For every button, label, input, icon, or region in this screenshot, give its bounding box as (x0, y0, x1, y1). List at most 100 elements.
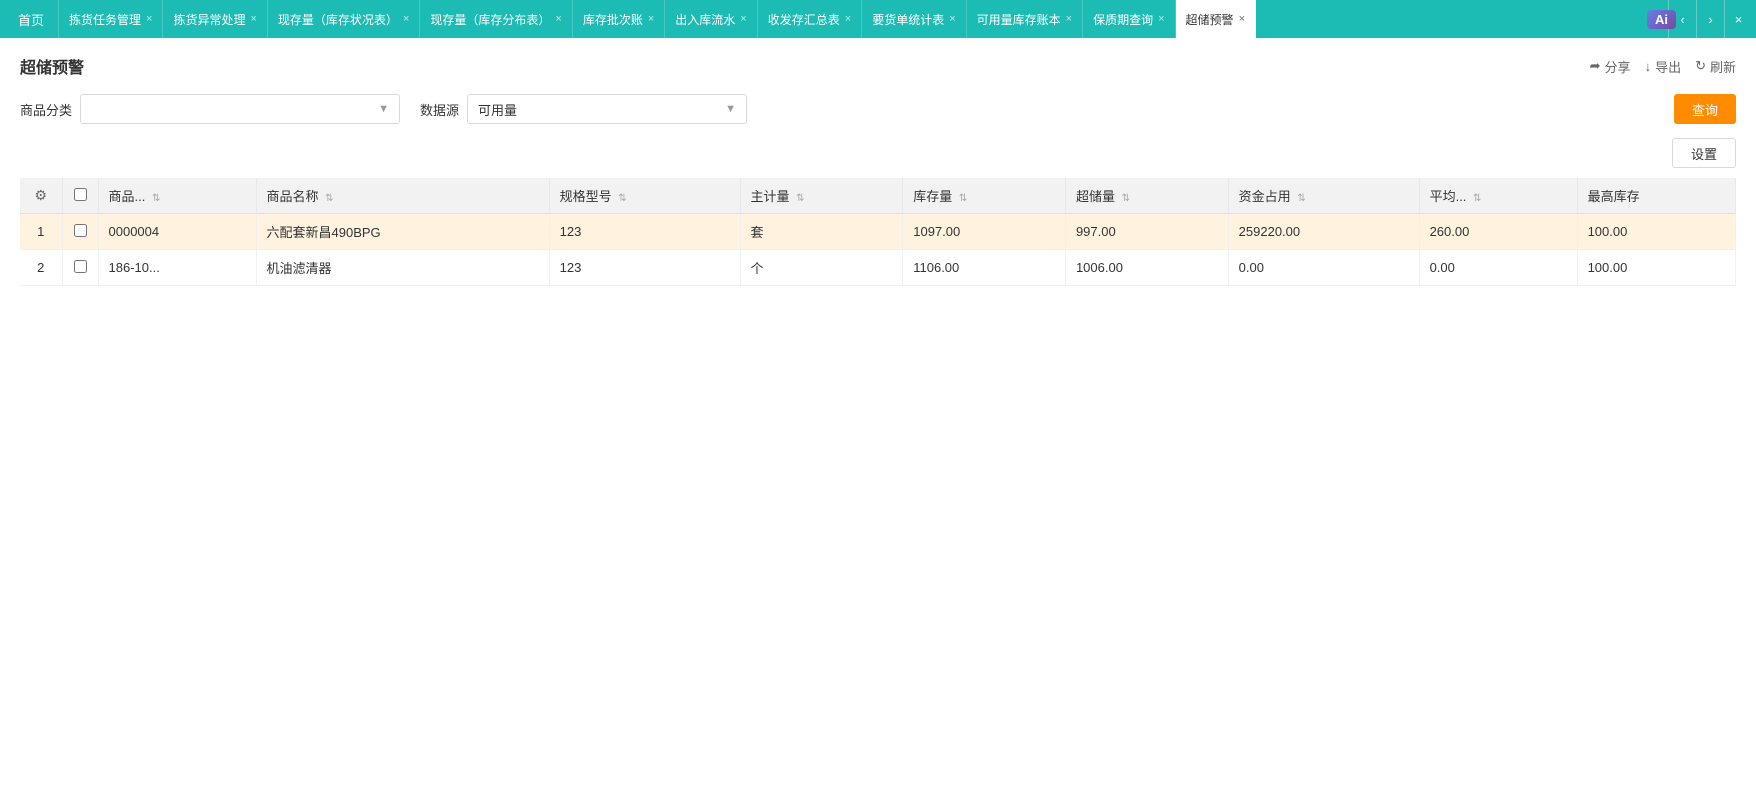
nav-tab-collect-label: 收发存汇总表 (768, 11, 840, 28)
nav-tab-inout-flow-label: 出入库流水 (675, 11, 735, 28)
close-icon[interactable]: × (1158, 13, 1164, 25)
nav-tab-abnormal[interactable]: 拣货异常处理 × (163, 0, 267, 38)
nav-tab-home-label: 首页 (18, 10, 44, 29)
close-icon[interactable]: × (250, 13, 256, 25)
category-filter-group: 商品分类 ▼ (20, 94, 400, 124)
row-unit: 个 (740, 250, 903, 286)
select-all-checkbox[interactable] (74, 188, 87, 201)
col-spec[interactable]: 规格型号 ⇅ (549, 178, 740, 214)
main-content: 超储预警 ➦ 分享 ↓ 导出 ↻ 刷新 商品分类 ▼ (0, 38, 1756, 800)
close-icon[interactable]: × (555, 13, 561, 25)
close-icon[interactable]: × (648, 13, 654, 25)
sort-icon: ⇅ (325, 193, 333, 204)
col-gear[interactable]: ⚙ (20, 178, 62, 214)
nav-tab-home[interactable]: 首页 (4, 0, 59, 38)
close-icon[interactable]: × (1066, 13, 1072, 25)
close-icon[interactable]: × (949, 13, 955, 25)
sort-icon: ⇅ (1122, 193, 1130, 204)
row-capital: 0.00 (1228, 250, 1419, 286)
export-label: 导出 (1655, 57, 1681, 76)
col-product-name[interactable]: 商品名称 ⇅ (256, 178, 549, 214)
close-icon[interactable]: × (740, 13, 746, 25)
nav-tab-order-stat[interactable]: 要货单统计表 × (862, 0, 966, 38)
close-icon[interactable]: × (845, 13, 851, 25)
row-checkbox-cell (62, 214, 98, 250)
datasource-dropdown-icon: ▼ (725, 103, 736, 115)
close-icon[interactable]: × (1239, 13, 1245, 25)
table-body: 1 0000004 六配套新昌490BPG 123 套 1097.00 997.… (20, 214, 1736, 286)
nav-more-button[interactable]: × (1724, 0, 1752, 38)
nav-tab-task-mgmt-label: 拣货任务管理 (69, 11, 141, 28)
refresh-icon: ↻ (1695, 58, 1706, 74)
row-spec: 123 (549, 214, 740, 250)
nav-tab-batch-label: 库存批次账 (583, 11, 643, 28)
nav-tab-abnormal-label: 拣货异常处理 (173, 11, 245, 28)
nav-tab-expiry[interactable]: 保质期查询 × (1083, 0, 1175, 38)
col-checkbox (62, 178, 98, 214)
category-select[interactable]: ▼ (80, 94, 400, 124)
nav-tab-stock-dist[interactable]: 现存量（库存分布表） × (420, 0, 572, 38)
row-num: 2 (20, 250, 62, 286)
nav-tab-expiry-label: 保质期查询 (1093, 11, 1153, 28)
gear-icon[interactable]: ⚙ (34, 187, 47, 203)
col-max-stock[interactable]: 最高库存 (1577, 178, 1735, 214)
row-checkbox[interactable] (74, 260, 87, 273)
close-icon[interactable]: × (403, 13, 409, 25)
nav-tab-batch[interactable]: 库存批次账 × (573, 0, 665, 38)
header-actions: ➦ 分享 ↓ 导出 ↻ 刷新 (1590, 57, 1736, 76)
export-button[interactable]: ↓ 导出 (1645, 57, 1682, 76)
row-checkbox[interactable] (74, 224, 87, 237)
col-overstock-label: 超储量 (1076, 189, 1115, 204)
col-unit[interactable]: 主计量 ⇅ (740, 178, 903, 214)
col-overstock[interactable]: 超储量 ⇅ (1065, 178, 1228, 214)
nav-tab-inout-flow[interactable]: 出入库流水 × (665, 0, 757, 38)
top-navigation: 首页 拣货任务管理 × 拣货异常处理 × 现存量（库存状况表） × 现存量（库存… (0, 0, 1756, 38)
filter-actions: 查询 (1674, 94, 1736, 124)
col-avg[interactable]: 平均... ⇅ (1419, 178, 1577, 214)
nav-arrows: ‹ › × (1668, 0, 1752, 38)
col-stock-label: 库存量 (913, 189, 952, 204)
datasource-value: 可用量 (478, 100, 725, 119)
close-icon[interactable]: × (146, 13, 152, 25)
table-header: ⚙ 商品... ⇅ 商品名称 ⇅ 规格型号 ⇅ 主计量 (20, 178, 1736, 214)
nav-tab-avail-stock[interactable]: 可用量库存账本 × (967, 0, 1083, 38)
col-stock[interactable]: 库存量 ⇅ (903, 178, 1066, 214)
row-max-stock: 100.00 (1577, 250, 1735, 286)
refresh-button[interactable]: ↻ 刷新 (1695, 57, 1736, 76)
sort-icon: ⇅ (1473, 193, 1481, 204)
nav-tab-task-mgmt[interactable]: 拣货任务管理 × (59, 0, 163, 38)
page-header: 超储预警 ➦ 分享 ↓ 导出 ↻ 刷新 (20, 54, 1736, 78)
nav-tab-overstock-label: 超储预警 (1186, 11, 1234, 28)
col-capital[interactable]: 资金占用 ⇅ (1228, 178, 1419, 214)
nav-tab-stock-dist-label: 现存量（库存分布表） (430, 11, 550, 28)
settings-button[interactable]: 设置 (1672, 138, 1736, 168)
sort-icon: ⇅ (796, 193, 804, 204)
row-stock: 1097.00 (903, 214, 1066, 250)
table-row: 2 186-10... 机油滤清器 123 个 1106.00 1006.00 … (20, 250, 1736, 286)
col-product-code-label: 商品... (109, 189, 146, 204)
share-button[interactable]: ➦ 分享 (1590, 57, 1631, 76)
query-button[interactable]: 查询 (1674, 94, 1736, 124)
category-dropdown-icon: ▼ (378, 103, 389, 115)
nav-right-button[interactable]: › (1696, 0, 1724, 38)
datasource-select[interactable]: 可用量 ▼ (467, 94, 747, 124)
col-spec-label: 规格型号 (560, 189, 612, 204)
row-product-name: 机油滤清器 (256, 250, 549, 286)
col-max-stock-label: 最高库存 (1588, 189, 1640, 204)
ai-badge: Ai (1647, 10, 1676, 29)
nav-tab-collect[interactable]: 收发存汇总表 × (758, 0, 862, 38)
nav-tab-stock-status[interactable]: 现存量（库存状况表） × (268, 0, 420, 38)
row-stock: 1106.00 (903, 250, 1066, 286)
refresh-label: 刷新 (1710, 57, 1736, 76)
col-capital-label: 资金占用 (1239, 189, 1291, 204)
col-product-code[interactable]: 商品... ⇅ (98, 178, 256, 214)
nav-tab-avail-stock-label: 可用量库存账本 (977, 11, 1061, 28)
data-table: ⚙ 商品... ⇅ 商品名称 ⇅ 规格型号 ⇅ 主计量 (20, 178, 1736, 286)
share-icon: ➦ (1590, 58, 1601, 74)
row-max-stock: 100.00 (1577, 214, 1735, 250)
sort-icon: ⇅ (1297, 193, 1305, 204)
nav-tab-overstock[interactable]: 超储预警 × (1176, 0, 1256, 38)
page-title: 超储预警 (20, 54, 84, 78)
row-avg: 260.00 (1419, 214, 1577, 250)
row-num: 1 (20, 214, 62, 250)
